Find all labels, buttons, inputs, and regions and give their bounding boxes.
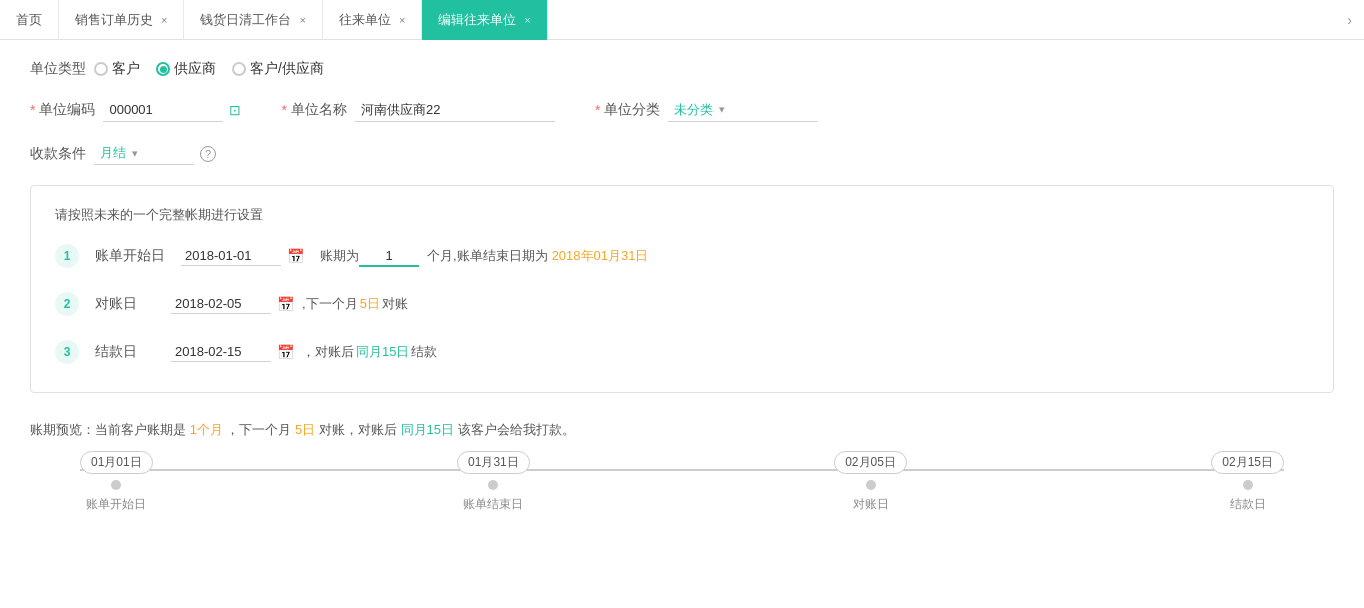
timeline-date-4: 02月15日: [1211, 451, 1284, 474]
payment-condition-dropdown[interactable]: 月结 ▾: [94, 142, 194, 165]
timeline-container: 01月01日 账单开始日 01月31日 账单结束日 02月05日 对账日: [30, 451, 1334, 533]
calendar-icon-3[interactable]: 📅: [277, 344, 294, 360]
preview-reconcile-day: 5日: [295, 422, 315, 437]
preview-prefix: 账期预览：当前客户账期是: [30, 422, 186, 437]
step-3-date-input[interactable]: [171, 342, 271, 362]
unit-category-group: * 单位分类 未分类 ▾: [595, 99, 818, 122]
step-1-period-prefix: 账期为: [320, 247, 359, 265]
unit-type-radio-group: 客户 供应商 客户/供应商: [94, 60, 324, 78]
close-icon-sales[interactable]: ×: [161, 14, 167, 26]
unit-category-label: 单位分类: [604, 101, 660, 119]
unit-type-row: 单位类型 客户 供应商 客户/供应商: [30, 60, 1334, 78]
tab-edit-counterparty[interactable]: 编辑往来单位 ×: [422, 0, 547, 40]
main-content: 单位类型 客户 供应商 客户/供应商 * 单位编码 ⊡ * 单位名称: [0, 40, 1364, 608]
period-input[interactable]: [359, 246, 419, 267]
step-3-suffix-pre: ，对账后: [302, 343, 354, 361]
radio-circle-supplier: [156, 62, 170, 76]
step-3-label: 结款日: [95, 343, 155, 361]
timeline-label-1: 账单开始日: [86, 496, 146, 513]
timeline-point-2: 01月31日 账单结束日: [457, 451, 530, 513]
step-3-row: 3 结款日 📅 ，对账后 同月15日 结款: [55, 340, 1309, 364]
chevron-down-icon: ▾: [719, 103, 725, 116]
section-title: 请按照未来的一个完整帐期进行设置: [55, 206, 1309, 224]
required-star-name: *: [281, 102, 286, 118]
timeline-node-2: [488, 480, 498, 490]
required-star-category: *: [595, 102, 600, 118]
step-1-period-suffix: 个月,账单结束日期为: [427, 247, 548, 265]
radio-customer-supplier[interactable]: 客户/供应商: [232, 60, 324, 78]
step-2-label: 对账日: [95, 295, 155, 313]
radio-circle-customer: [94, 62, 108, 76]
unit-category-dropdown[interactable]: 未分类 ▾: [668, 99, 818, 122]
unit-name-group: * 单位名称: [281, 98, 554, 122]
step-3-day-highlight: 同月15日: [356, 343, 409, 361]
unit-code-label: 单位编码: [39, 101, 95, 119]
timeline-node-3: [866, 480, 876, 490]
timeline-date-3: 02月05日: [834, 451, 907, 474]
preview-period: 1个月: [190, 422, 223, 437]
payment-condition-row: 收款条件 月结 ▾ ?: [30, 142, 1334, 165]
timeline-node-4: [1243, 480, 1253, 490]
calendar-icon-1[interactable]: 📅: [287, 248, 304, 264]
close-icon-counterparty[interactable]: ×: [399, 14, 405, 26]
step-3-suffix-post: 结款: [411, 343, 437, 361]
step-1-date-input[interactable]: [181, 246, 281, 266]
timeline-point-3: 02月05日 对账日: [834, 451, 907, 513]
step-1-end-date: 2018年01月31日: [552, 247, 649, 265]
timeline-label-2: 账单结束日: [463, 496, 523, 513]
timeline-date-2: 01月31日: [457, 451, 530, 474]
step-2-suffix-post: 对账: [382, 295, 408, 313]
unit-code-group: * 单位编码 ⊡: [30, 98, 241, 122]
radio-label-customer-supplier: 客户/供应商: [250, 60, 324, 78]
tab-cash-ledger[interactable]: 钱货日清工作台 ×: [184, 0, 322, 40]
unit-name-input[interactable]: [355, 98, 555, 122]
preview-mid1: ，下一个月: [226, 422, 291, 437]
radio-customer[interactable]: 客户: [94, 60, 140, 78]
tab-home[interactable]: 首页: [0, 0, 59, 40]
step-1-row: 1 账单开始日 📅 账期为 个月,账单结束日期为 2018年01月31日: [55, 244, 1309, 268]
timeline-point-1: 01月01日 账单开始日: [80, 451, 153, 513]
payment-condition-label: 收款条件: [30, 145, 86, 163]
timeline-label-3: 对账日: [853, 496, 889, 513]
copy-icon[interactable]: ⊡: [229, 102, 241, 118]
close-icon-cash[interactable]: ×: [299, 14, 305, 26]
calendar-icon-2[interactable]: 📅: [277, 296, 294, 312]
close-icon-edit[interactable]: ×: [524, 14, 530, 26]
radio-circle-customer-supplier: [232, 62, 246, 76]
step-1-num: 1: [55, 244, 79, 268]
timeline-label-4: 结款日: [1230, 496, 1266, 513]
preview-mid2: 对账，对账后: [319, 422, 397, 437]
radio-label-customer: 客户: [112, 60, 140, 78]
radio-label-supplier: 供应商: [174, 60, 216, 78]
preview-row: 账期预览：当前客户账期是 1个月 ，下一个月 5日 对账，对账后 同月15日 该…: [30, 409, 1334, 451]
timeline-node-1: [111, 480, 121, 490]
timeline-line: [80, 469, 1284, 471]
step-1-label: 账单开始日: [95, 247, 165, 265]
timeline-date-1: 01月01日: [80, 451, 153, 474]
preview-payment-day: 同月15日: [401, 422, 454, 437]
tabs-scroll-right[interactable]: ›: [1335, 12, 1364, 28]
step-2-day-highlight: 5日: [360, 295, 380, 313]
tabs-bar: 首页 销售订单历史 × 钱货日清工作台 × 往来单位 × 编辑往来单位 × ›: [0, 0, 1364, 40]
help-icon[interactable]: ?: [200, 146, 216, 162]
required-star-code: *: [30, 102, 35, 118]
preview-suffix: 该客户会给我打款。: [458, 422, 575, 437]
timeline-point-4: 02月15日 结款日: [1211, 451, 1284, 513]
tab-counterparty[interactable]: 往来单位 ×: [323, 0, 422, 40]
unit-category-value: 未分类: [674, 101, 713, 119]
payment-condition-value: 月结: [100, 144, 126, 162]
step-2-date-input[interactable]: [171, 294, 271, 314]
period-settings-section: 请按照未来的一个完整帐期进行设置 1 账单开始日 📅 账期为 个月,账单结束日期…: [30, 185, 1334, 393]
chevron-down-icon-2: ▾: [132, 147, 138, 160]
unit-name-label: 单位名称: [291, 101, 347, 119]
step-2-row: 2 对账日 📅 ,下一个月 5日 对账: [55, 292, 1309, 316]
step-2-num: 2: [55, 292, 79, 316]
unit-info-row: * 单位编码 ⊡ * 单位名称 * 单位分类 未分类 ▾: [30, 98, 1334, 122]
radio-supplier[interactable]: 供应商: [156, 60, 216, 78]
tab-sales-history[interactable]: 销售订单历史 ×: [59, 0, 184, 40]
step-3-num: 3: [55, 340, 79, 364]
unit-code-input[interactable]: [103, 98, 223, 122]
step-2-suffix-pre: ,下一个月: [302, 295, 358, 313]
unit-type-label: 单位类型: [30, 60, 86, 78]
